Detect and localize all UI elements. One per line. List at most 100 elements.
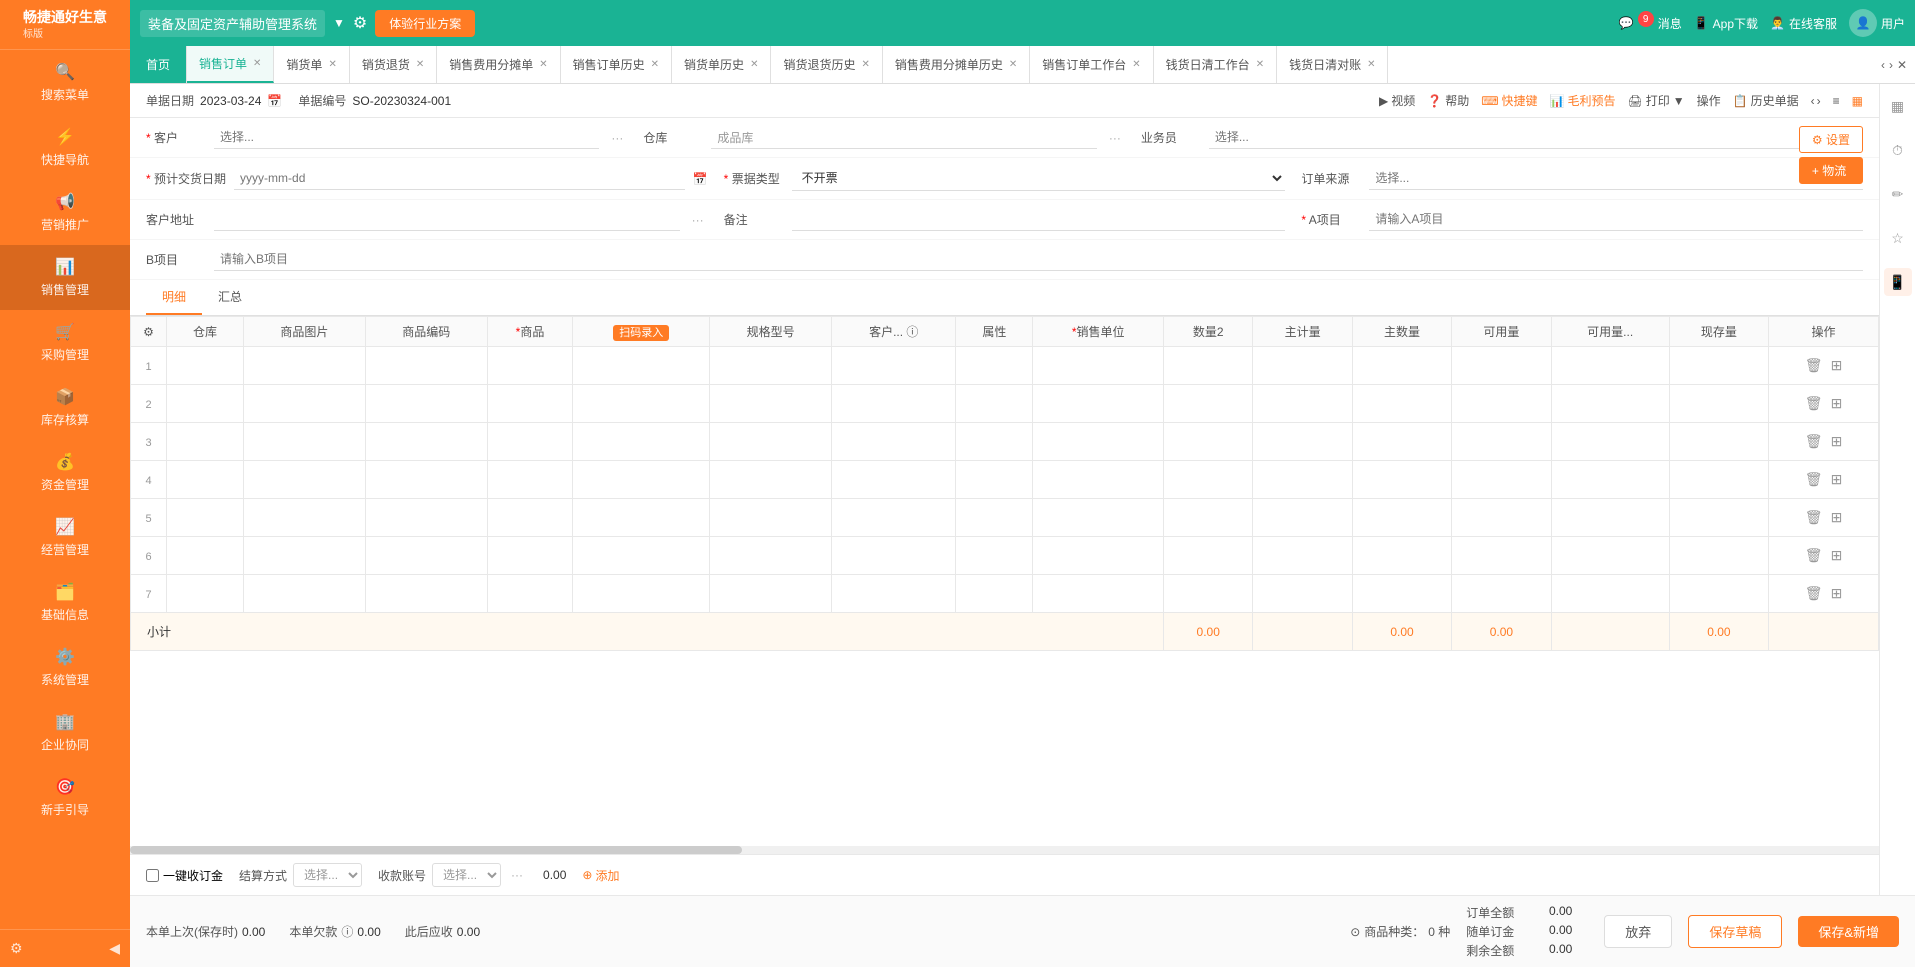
- print-action[interactable]: 🖨 打印 ▼: [1628, 92, 1685, 109]
- shortcut-action[interactable]: ⌨ 快捷键: [1481, 92, 1537, 109]
- row-main-qty-7[interactable]: [1352, 575, 1451, 613]
- row-customer-code-7[interactable]: [832, 575, 956, 613]
- address-more-icon[interactable]: ···: [688, 213, 708, 227]
- row-qty2-1[interactable]: [1164, 347, 1253, 385]
- right-icon-grid[interactable]: ▦: [1884, 92, 1912, 120]
- tab-sales-order[interactable]: 销售订单 ✕: [187, 46, 274, 83]
- tab-more-icon[interactable]: ✕: [1897, 58, 1907, 72]
- delivery-calendar-icon[interactable]: 📅: [693, 172, 708, 186]
- row-warehouse-2[interactable]: [167, 385, 244, 423]
- list-view-icon[interactable]: ≡: [1833, 94, 1840, 108]
- row-customer-code-3[interactable]: [832, 423, 956, 461]
- sidebar-item-base[interactable]: 🗂️ 基础信息: [0, 570, 130, 635]
- account-select[interactable]: 选择...: [432, 863, 501, 887]
- tab-sales-history-close[interactable]: ✕: [750, 59, 758, 70]
- app-download-item[interactable]: 📱 App下载: [1694, 15, 1758, 32]
- row-qty2-5[interactable]: [1164, 499, 1253, 537]
- sidebar-item-inventory[interactable]: 📦 库存核算: [0, 375, 130, 440]
- delete-row-1[interactable]: 🗑: [1803, 355, 1825, 376]
- operate-action[interactable]: 操作: [1697, 92, 1721, 109]
- row-product-7[interactable]: [487, 575, 573, 613]
- row-customer-code-1[interactable]: [832, 347, 956, 385]
- table-scrollbar[interactable]: [130, 846, 1879, 854]
- row-code-5[interactable]: [365, 499, 487, 537]
- row-code-4[interactable]: [365, 461, 487, 499]
- row-spec-6[interactable]: [710, 537, 832, 575]
- note-input[interactable]: [792, 208, 1286, 231]
- row-warehouse-7[interactable]: [167, 575, 244, 613]
- row-spec-5[interactable]: [710, 499, 832, 537]
- address-input[interactable]: [214, 208, 680, 231]
- row-code-1[interactable]: [365, 347, 487, 385]
- tab-sales-single-close[interactable]: ✕: [328, 59, 336, 70]
- tab-detail[interactable]: 明细: [146, 280, 202, 315]
- row-qty2-6[interactable]: [1164, 537, 1253, 575]
- row-code-2[interactable]: [365, 385, 487, 423]
- row-spec-7[interactable]: [710, 575, 832, 613]
- row-code-3[interactable]: [365, 423, 487, 461]
- tab-order-history[interactable]: 销售订单历史 ✕: [561, 46, 672, 83]
- row-code-7[interactable]: [365, 575, 487, 613]
- sidebar-item-enterprise[interactable]: 🏢 企业协同: [0, 700, 130, 765]
- tab-sales-return-close[interactable]: ✕: [416, 59, 424, 70]
- profit-action[interactable]: 📊 毛利预告: [1550, 92, 1616, 109]
- delete-row-3[interactable]: 🗑: [1803, 431, 1825, 452]
- customer-more-icon[interactable]: ···: [607, 131, 627, 145]
- row-attr-6[interactable]: [956, 537, 1033, 575]
- settings-button[interactable]: ⚙ 设置: [1799, 126, 1863, 153]
- sidebar-item-finance[interactable]: 💰 资金管理: [0, 440, 130, 505]
- row-unit-1[interactable]: [1033, 347, 1164, 385]
- docno-value[interactable]: SO-20230324-001: [352, 94, 451, 108]
- topbar-gear-icon[interactable]: ⚙: [353, 13, 367, 33]
- order-source-input[interactable]: [1369, 167, 1863, 190]
- tab-order-history-close[interactable]: ✕: [651, 59, 659, 70]
- row-main-qty-1[interactable]: [1352, 347, 1451, 385]
- row-product-5[interactable]: [487, 499, 573, 537]
- tab-cash-reconcile[interactable]: 钱货日清对账 ✕: [1277, 46, 1388, 83]
- row-product-3[interactable]: [487, 423, 573, 461]
- row-main-qty-4[interactable]: [1352, 461, 1451, 499]
- account-more-icon[interactable]: ···: [507, 868, 527, 882]
- tab-workbench[interactable]: 销售订单工作台 ✕: [1030, 46, 1153, 83]
- a-project-input[interactable]: [1369, 208, 1863, 231]
- col-gear[interactable]: ⚙: [131, 317, 167, 347]
- row-product-4[interactable]: [487, 461, 573, 499]
- row-product-1[interactable]: [487, 347, 573, 385]
- tab-sales-return[interactable]: 销货退货 ✕: [350, 46, 437, 83]
- tab-sales-history[interactable]: 销货单历史 ✕: [672, 46, 771, 83]
- tab-home[interactable]: 首页: [130, 46, 187, 83]
- sidebar-item-operations[interactable]: 📈 经营管理: [0, 505, 130, 570]
- row-customer-code-6[interactable]: [832, 537, 956, 575]
- tab-return-history-close[interactable]: ✕: [861, 59, 869, 70]
- warehouse-more-icon[interactable]: ···: [1105, 131, 1125, 145]
- sidebar-item-purchase[interactable]: 🛒 采购管理: [0, 310, 130, 375]
- print-dropdown-icon[interactable]: ▼: [1673, 94, 1685, 108]
- copy-row-1[interactable]: ⊞: [1829, 355, 1845, 376]
- tab-fee-history[interactable]: 销售费用分摊单历史 ✕: [883, 46, 1030, 83]
- row-unit-3[interactable]: [1033, 423, 1164, 461]
- copy-row-7[interactable]: ⊞: [1829, 583, 1845, 604]
- row-qty2-2[interactable]: [1164, 385, 1253, 423]
- payment-select[interactable]: 选择...: [293, 863, 362, 887]
- row-unit-2[interactable]: [1033, 385, 1164, 423]
- row-warehouse-4[interactable]: [167, 461, 244, 499]
- user-item[interactable]: 👤 用户: [1849, 9, 1905, 37]
- salesperson-input[interactable]: [1209, 126, 1835, 149]
- row-attr-3[interactable]: [956, 423, 1033, 461]
- sidebar-item-sales[interactable]: 📊 销售管理: [0, 245, 130, 310]
- right-icon-scan[interactable]: 📱: [1884, 268, 1912, 296]
- delete-row-5[interactable]: 🗑: [1803, 507, 1825, 528]
- row-spec-2[interactable]: [710, 385, 832, 423]
- solution-button[interactable]: 体验行业方案: [375, 10, 475, 37]
- calendar-icon[interactable]: 📅: [267, 94, 282, 108]
- next-record-icon[interactable]: ›: [1817, 94, 1821, 108]
- date-value[interactable]: 2023-03-24: [200, 94, 261, 108]
- message-item[interactable]: 💬 9 消息: [1619, 15, 1682, 32]
- delivery-input[interactable]: [234, 167, 685, 190]
- footer-add-button[interactable]: ⊕ 添加: [582, 867, 619, 884]
- tab-sales-order-close[interactable]: ✕: [253, 58, 261, 69]
- copy-row-5[interactable]: ⊞: [1829, 507, 1845, 528]
- row-attr-2[interactable]: [956, 385, 1033, 423]
- logistics-button[interactable]: + 物流: [1799, 157, 1863, 184]
- row-spec-3[interactable]: [710, 423, 832, 461]
